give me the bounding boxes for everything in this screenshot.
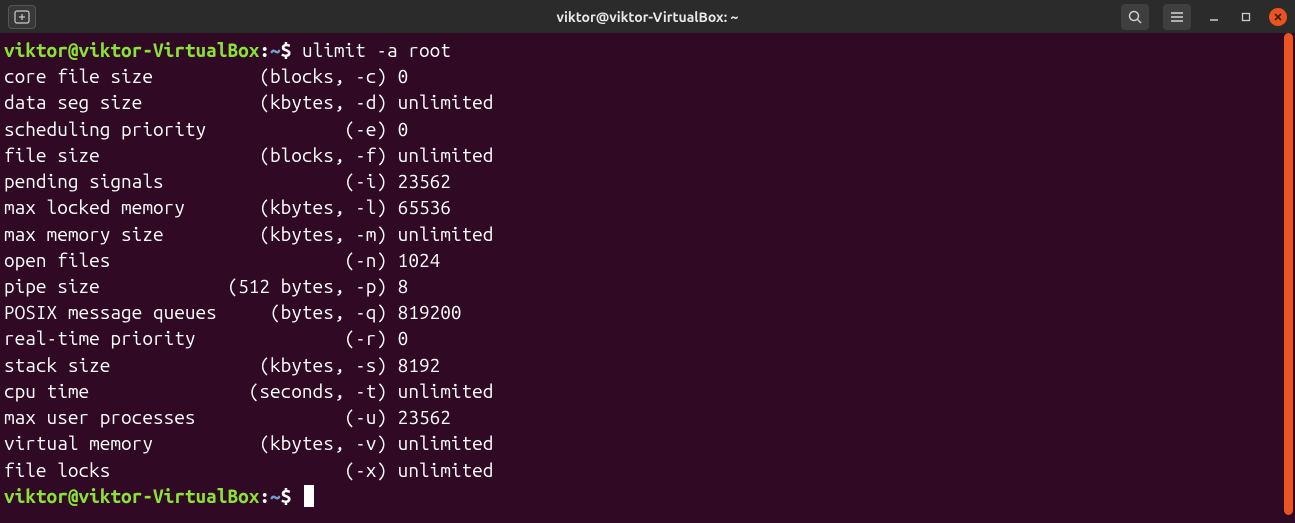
maximize-icon: [1241, 12, 1251, 22]
prompt-path-2: ~: [270, 485, 281, 507]
titlebar-left: [8, 5, 36, 29]
minimize-button[interactable]: [1205, 8, 1223, 26]
command-text: ulimit -a root: [291, 39, 451, 61]
titlebar-right: [1121, 4, 1287, 30]
ulimit-output: core file size (blocks, -c) 0 data seg s…: [4, 65, 493, 480]
prompt-colon: :: [259, 39, 270, 61]
prompt-path: ~: [270, 39, 281, 61]
hamburger-icon: [1170, 11, 1184, 23]
new-tab-icon: [14, 10, 30, 24]
prompt-user-host-2: viktor@viktor-VirtualBox: [4, 485, 259, 507]
search-button[interactable]: [1121, 4, 1149, 30]
new-tab-button[interactable]: [8, 5, 36, 29]
window-title: viktor@viktor-VirtualBox: ~: [557, 9, 739, 25]
terminal-cursor: [304, 485, 314, 507]
close-button[interactable]: [1269, 8, 1287, 26]
prompt-colon-2: :: [259, 485, 270, 507]
window-titlebar: viktor@viktor-VirtualBox: ~: [0, 0, 1295, 33]
close-icon: [1273, 12, 1283, 22]
terminal-output[interactable]: viktor@viktor-VirtualBox:~$ ulimit -a ro…: [0, 33, 1295, 523]
maximize-button[interactable]: [1237, 8, 1255, 26]
prompt-symbol-2: $: [281, 485, 292, 507]
scrollbar-thumb[interactable]: [1284, 33, 1293, 515]
search-icon: [1128, 10, 1142, 24]
minimize-icon: [1209, 12, 1219, 22]
prompt-user-host: viktor@viktor-VirtualBox: [4, 39, 259, 61]
prompt-symbol: $: [281, 39, 292, 61]
menu-button[interactable]: [1163, 4, 1191, 30]
